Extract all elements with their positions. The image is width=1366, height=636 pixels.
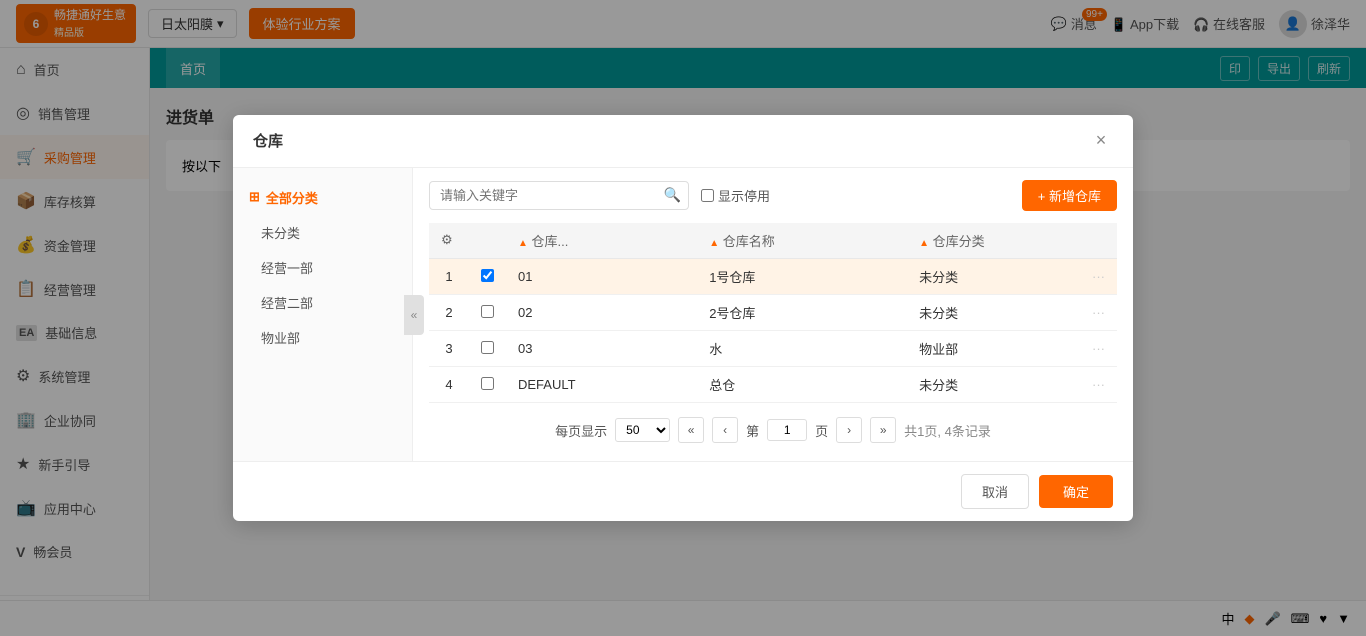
modal-overlay[interactable]: 仓库 × ⊞ 全部分类 未分类 经营一部 经营二部 物业部 « (0, 0, 1366, 636)
page-label: 第 (746, 421, 759, 440)
row-category: 未分类 ··· (907, 259, 1117, 295)
table-row[interactable]: 4 DEFAULT 总仓 未分类 ··· (429, 367, 1117, 403)
row-name: 1号仓库 (697, 258, 907, 295)
row-code: 03 (506, 331, 697, 367)
row-checkbox[interactable] (469, 367, 506, 403)
cancel-button[interactable]: 取消 (961, 474, 1029, 509)
th-name[interactable]: ▲ 仓库名称 (697, 223, 907, 259)
th-gear[interactable]: ⚙ (429, 223, 469, 259)
search-input[interactable] (429, 181, 689, 210)
row-code: DEFAULT (506, 367, 697, 403)
row-checkbox[interactable] (469, 295, 506, 331)
row-name: 水 (697, 331, 907, 367)
row-checkbox[interactable] (469, 331, 506, 367)
page-last-button[interactable]: » (870, 417, 896, 443)
per-page-label: 每页显示 (555, 421, 607, 440)
row-name: 总仓 (697, 367, 907, 403)
show-disabled-label: 显示停用 (718, 186, 770, 205)
show-disabled-wrap: 显示停用 (701, 186, 770, 205)
table-row[interactable]: 2 02 2号仓库 未分类 ··· (429, 295, 1117, 331)
page-first-button[interactable]: « (678, 417, 704, 443)
category-item-unclassified[interactable]: 未分类 (233, 215, 412, 250)
sort-icon-name: ▲ (709, 238, 719, 249)
table-row[interactable]: 1 01 1号仓库 未分类 ··· (429, 258, 1117, 295)
category-panel: ⊞ 全部分类 未分类 经营一部 经营二部 物业部 « (233, 168, 413, 462)
warehouse-modal: 仓库 × ⊞ 全部分类 未分类 经营一部 经营二部 物业部 « (233, 115, 1133, 522)
row-name: 2号仓库 (697, 295, 907, 331)
show-disabled-checkbox[interactable] (701, 189, 714, 202)
row-code: 01 (506, 258, 697, 295)
row-index: 1 (429, 258, 469, 295)
table-row[interactable]: 3 03 水 物业部 ··· (429, 331, 1117, 367)
sort-icon-code: ▲ (518, 238, 528, 249)
page-number-input[interactable] (767, 419, 807, 441)
row-index: 4 (429, 367, 469, 403)
th-code[interactable]: ▲ 仓库... (506, 223, 697, 259)
row-category: 未分类 ··· (907, 367, 1117, 403)
category-item-property[interactable]: 物业部 (233, 320, 412, 355)
confirm-button[interactable]: 确定 (1039, 475, 1113, 508)
collapse-panel-button[interactable]: « (404, 295, 424, 335)
page-prev-button[interactable]: ‹ (712, 417, 738, 443)
category-all-header[interactable]: ⊞ 全部分类 (233, 180, 412, 215)
table-toolbar: 🔍 显示停用 + 新增仓库 (429, 180, 1117, 211)
row-index: 3 (429, 331, 469, 367)
th-category[interactable]: ▲ 仓库分类 (907, 223, 1117, 259)
row-checkbox[interactable] (469, 258, 506, 295)
grid-icon: ⊞ (249, 189, 260, 205)
pagination: 每页显示 50 100 « ‹ 第 页 › » 共1页, 4条记录 (429, 403, 1117, 449)
total-info: 共1页, 4条记录 (904, 421, 991, 440)
row-index: 2 (429, 295, 469, 331)
add-warehouse-button[interactable]: + 新增仓库 (1022, 180, 1117, 211)
search-button[interactable]: 🔍 (664, 187, 681, 204)
all-category-label: 全部分类 (266, 188, 318, 207)
page-suffix: 页 (815, 421, 828, 440)
modal-body: ⊞ 全部分类 未分类 经营一部 经营二部 物业部 « 🔍 (233, 168, 1133, 462)
row-category: 物业部 ··· (907, 331, 1117, 367)
table-panel: 🔍 显示停用 + 新增仓库 ⚙ ▲ (413, 168, 1133, 462)
sort-icon-category: ▲ (919, 238, 929, 249)
warehouse-table: ⚙ ▲ 仓库... ▲ 仓库名称 ▲ (429, 223, 1117, 404)
row-category: 未分类 ··· (907, 295, 1117, 331)
search-wrap: 🔍 (429, 181, 689, 210)
modal-close-button[interactable]: × (1089, 129, 1113, 153)
row-code: 02 (506, 295, 697, 331)
category-item-dept2[interactable]: 经营二部 (233, 285, 412, 320)
per-page-select[interactable]: 50 100 (615, 418, 670, 442)
modal-footer: 取消 确定 (233, 461, 1133, 521)
page-next-button[interactable]: › (836, 417, 862, 443)
modal-title: 仓库 (253, 130, 283, 151)
th-check (469, 223, 506, 259)
modal-header: 仓库 × (233, 115, 1133, 168)
category-item-dept1[interactable]: 经营一部 (233, 250, 412, 285)
